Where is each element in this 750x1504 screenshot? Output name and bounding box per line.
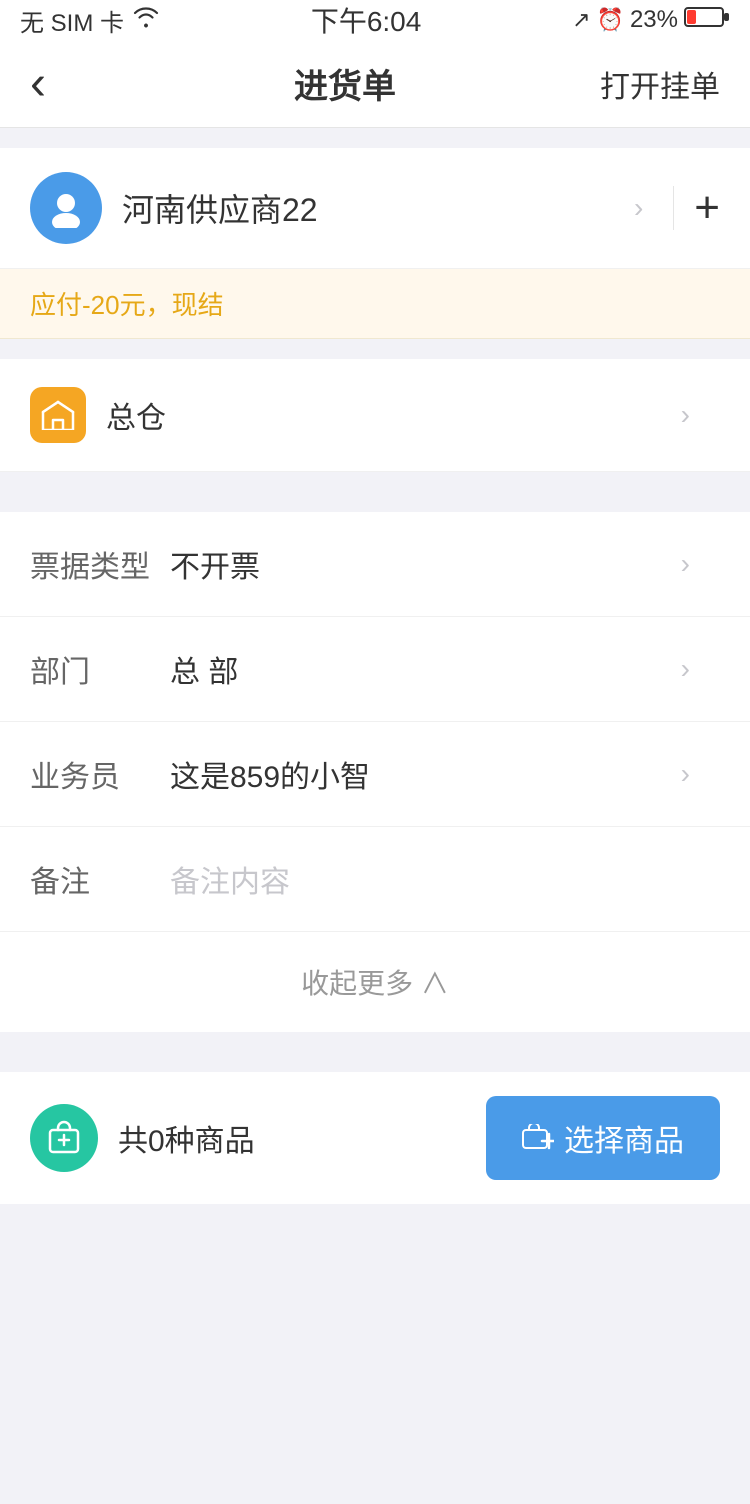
carrier-label: 无 SIM 卡 [20,3,124,38]
department-row[interactable]: 部门 总 部 › [0,617,750,722]
back-button[interactable]: ‹ [30,56,90,111]
add-supplier-button[interactable]: + [673,186,720,230]
remark-row[interactable]: 备注 备注内容 [0,827,750,931]
product-section: 共0种商品 选择商品 [0,1072,750,1204]
fields-section: 票据类型 不开票 › 部门 总 部 › 业务员 这是859的小智 › 备注 备注… [0,492,750,1032]
collapse-button[interactable]: 收起更多 ∧ [0,931,750,1032]
alarm-icon: ⏰ [597,7,624,33]
status-left: 无 SIM 卡 [20,3,160,38]
status-bar: 无 SIM 卡 下午6:04 ↗ ⏰ 23% [0,0,750,40]
warehouse-chevron-icon: › [681,399,690,431]
wifi-icon [132,6,160,35]
department-value: 总 部 [170,647,681,691]
select-product-label: 选择商品 [564,1116,684,1160]
nav-bar: ‹ 进货单 打开挂单 [0,40,750,128]
warehouse-icon-wrap [30,387,86,443]
section-gap-2 [0,339,750,359]
salesperson-value: 这是859的小智 [170,752,681,796]
invoice-type-row[interactable]: 票据类型 不开票 › [0,512,750,617]
invoice-type-value: 不开票 [170,542,681,586]
section-gap-4 [0,1032,750,1052]
invoice-type-chevron-icon: › [681,548,690,580]
department-chevron-icon: › [681,653,690,685]
page-title: 进货单 [294,59,396,108]
status-time: 下午6:04 [311,0,422,40]
department-label: 部门 [30,647,150,691]
salesperson-label: 业务员 [30,752,150,796]
select-product-button[interactable]: 选择商品 [486,1096,720,1180]
supplier-section: 河南供应商22 › + 应付-20元，现结 [0,148,750,339]
notice-banner: 应付-20元，现结 [0,269,750,339]
product-icon-wrap [30,1104,98,1172]
product-count-label: 共0种商品 [118,1116,486,1160]
supplier-chevron-icon: › [634,192,643,224]
notice-text: 应付-20元，现结 [30,290,224,320]
remark-label: 备注 [30,857,150,901]
invoice-type-label: 票据类型 [30,542,150,586]
battery-icon [684,6,730,35]
supplier-row[interactable]: 河南供应商22 › + [0,148,750,269]
status-right: ↗ ⏰ 23% [572,6,730,35]
collapse-label: 收起更多 ∧ [301,968,449,999]
remark-input[interactable]: 备注内容 [170,857,720,901]
salesperson-chevron-icon: › [681,758,690,790]
bottom-spacer [0,1204,750,1504]
warehouse-name: 总仓 [106,393,681,437]
open-pending-button[interactable]: 打开挂单 [600,62,720,106]
supplier-name: 河南供应商22 [122,185,634,231]
battery-percent: 23% [630,6,678,34]
salesperson-row[interactable]: 业务员 这是859的小智 › [0,722,750,827]
section-gap-3 [0,492,750,512]
section-gap-1 [0,128,750,148]
location-icon: ↗ [572,7,590,33]
warehouse-row[interactable]: 总仓 › [0,359,750,472]
avatar [30,172,102,244]
